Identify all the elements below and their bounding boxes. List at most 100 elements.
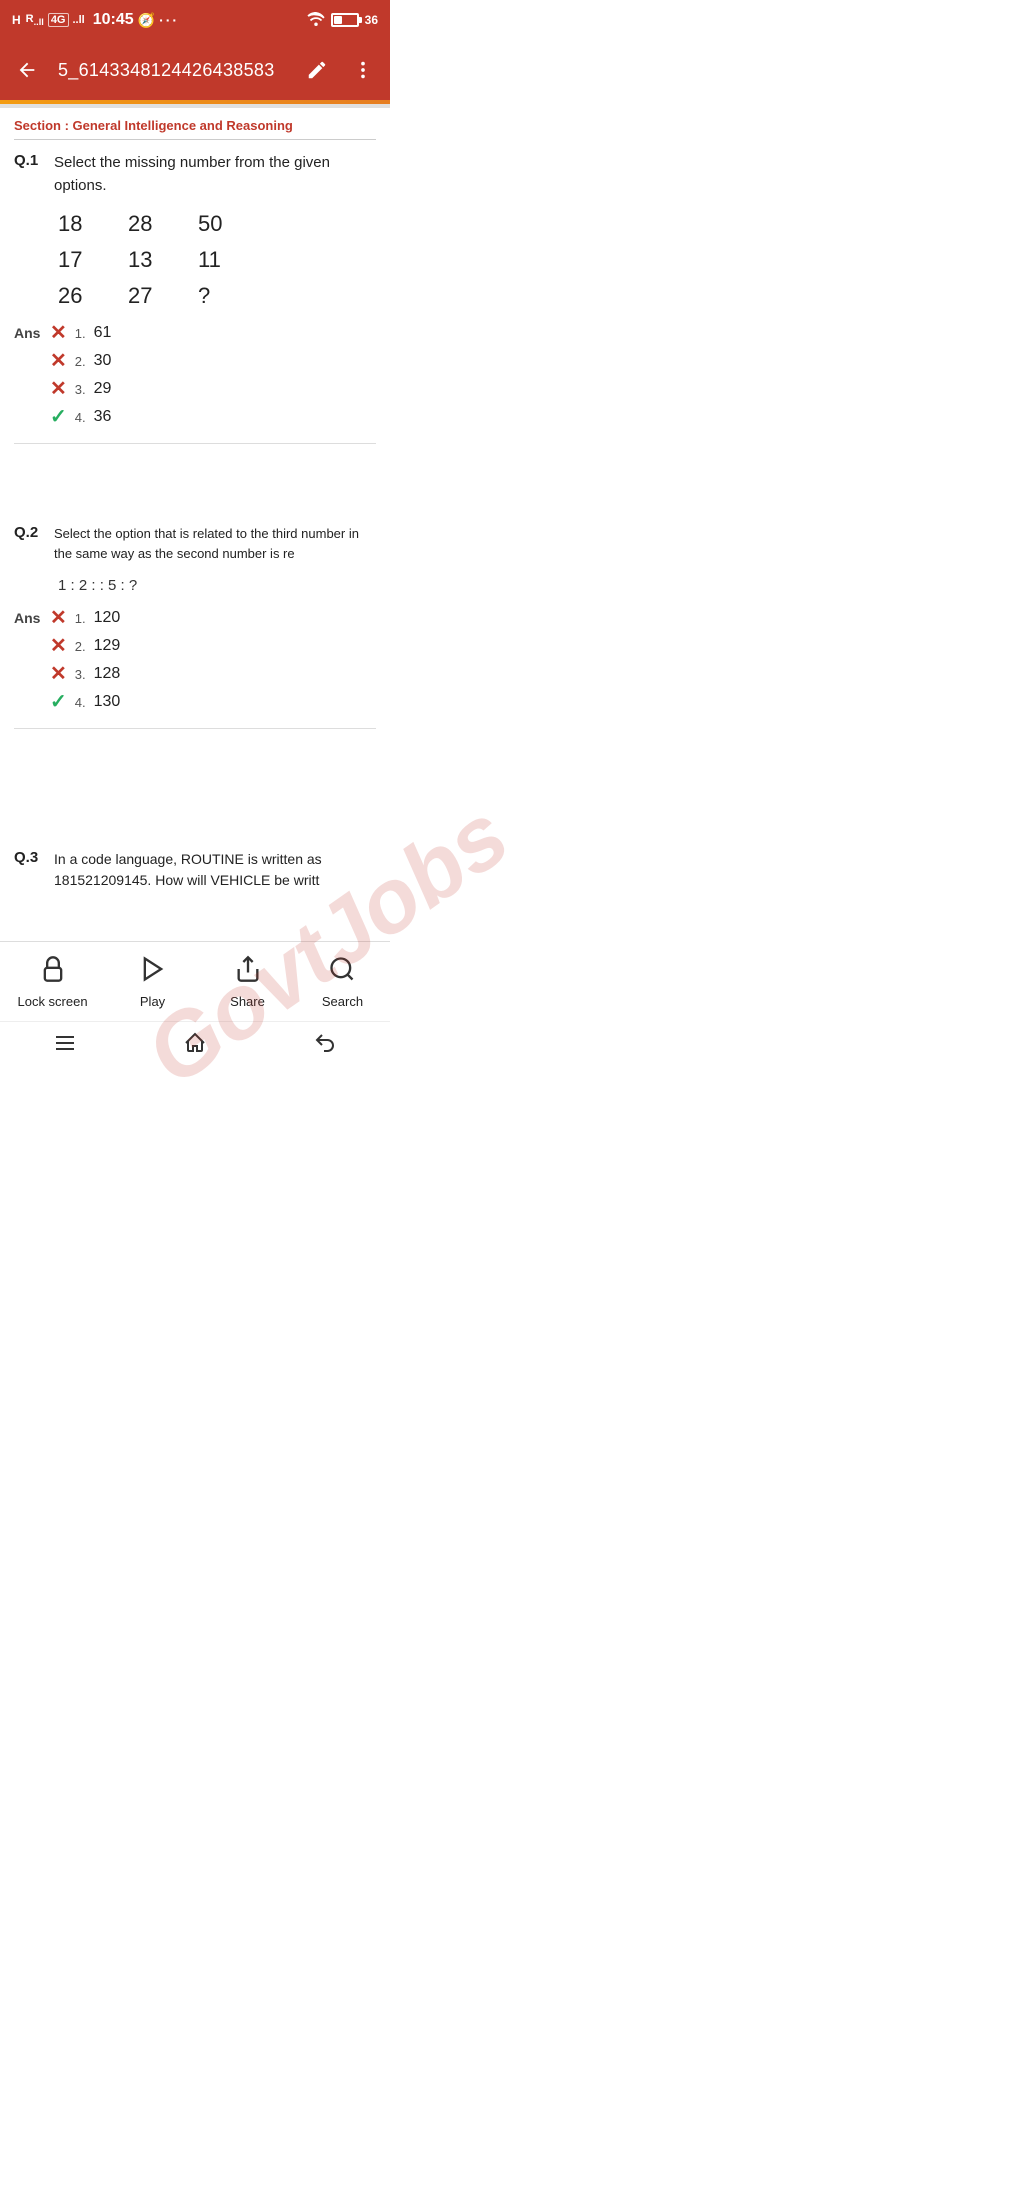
grid-r3c2: 27 bbox=[128, 283, 188, 309]
status-bar: H R..ll 4G ..ll 10:45 🧭 ··· 36 bbox=[0, 0, 390, 40]
q2-opt3-val: 128 bbox=[94, 665, 121, 683]
grid-r2c1: 17 bbox=[58, 247, 118, 273]
q1-opt3-val: 29 bbox=[94, 380, 112, 398]
q2-opt1-val: 120 bbox=[94, 609, 121, 627]
edit-button[interactable] bbox=[302, 55, 332, 85]
question-1-block: Q.1 Select the missing number from the g… bbox=[14, 152, 376, 444]
status-carrier: H R..ll 4G ..ll 10:45 🧭 ··· bbox=[12, 11, 179, 29]
status-right-icons: 36 bbox=[307, 12, 378, 29]
cross-icon-1: ✕ bbox=[50, 323, 67, 343]
grid-r1c2: 28 bbox=[128, 211, 188, 237]
play-label: Play bbox=[140, 994, 165, 1009]
q3-text: In a code language, ROUTINE is written a… bbox=[54, 849, 376, 891]
play-icon bbox=[139, 955, 167, 990]
battery-fill bbox=[334, 16, 343, 24]
question-3-block: Q.3 In a code language, ROUTINE is writt… bbox=[14, 849, 376, 921]
more-options-button[interactable] bbox=[348, 55, 378, 85]
watermark-spacer-2 bbox=[14, 749, 376, 849]
q2-opt2-val: 129 bbox=[94, 637, 121, 655]
grid-r1c1: 18 bbox=[58, 211, 118, 237]
cross-icon-3: ✕ bbox=[50, 379, 67, 399]
q2-opt2-num: 2. bbox=[75, 639, 86, 654]
cross-icon-q2-1: ✕ bbox=[50, 608, 67, 628]
cross-icon-2: ✕ bbox=[50, 351, 67, 371]
nav-lock-screen[interactable]: Lock screen bbox=[17, 955, 87, 1009]
ans-label-1: Ans bbox=[14, 323, 42, 341]
q1-options: ✕ 1. 61 ✕ 2. 30 ✕ 3. 29 ✓ 4. 36 bbox=[50, 323, 111, 427]
grid-r2c2: 13 bbox=[128, 247, 188, 273]
app-bar: 5_61433481244264385­83 bbox=[0, 40, 390, 100]
nav-play[interactable]: Play bbox=[123, 955, 183, 1009]
back-button[interactable] bbox=[12, 55, 42, 85]
q2-options: ✕ 1. 120 ✕ 2. 129 ✕ 3. 128 ✓ 4. 130 bbox=[50, 608, 120, 712]
share-label: Share bbox=[230, 994, 265, 1009]
search-label: Search bbox=[322, 994, 363, 1009]
battery-percent: 36 bbox=[365, 13, 378, 27]
battery-icon bbox=[331, 13, 359, 27]
q2-text: Select the option that is related to the… bbox=[54, 524, 376, 563]
q1-number: Q.1 bbox=[14, 152, 44, 169]
cross-icon-q2-2: ✕ bbox=[50, 636, 67, 656]
q2-ratio: 1 : 2 : : 5 : ? bbox=[58, 577, 376, 594]
q1-option-1: ✕ 1. 61 bbox=[50, 323, 111, 343]
q2-option-1: ✕ 1. 120 bbox=[50, 608, 120, 628]
q1-opt3-num: 3. bbox=[75, 382, 86, 397]
android-nav-bar bbox=[0, 1021, 390, 1073]
grid-r1c3: 50 bbox=[198, 211, 258, 237]
lock-screen-label: Lock screen bbox=[17, 994, 87, 1009]
share-icon bbox=[234, 955, 262, 990]
q1-grid: 18 28 50 17 13 11 26 27 ? bbox=[58, 211, 376, 309]
signal-4g: ..ll bbox=[73, 14, 85, 26]
q3-number: Q.3 bbox=[14, 849, 44, 866]
android-menu-button[interactable] bbox=[45, 1023, 85, 1069]
network-type: 4G bbox=[48, 13, 69, 27]
q2-option-3: ✕ 3. 128 bbox=[50, 664, 120, 684]
main-content: Section : General Intelligence and Reaso… bbox=[0, 108, 390, 921]
wifi-icon bbox=[307, 12, 325, 29]
q2-opt1-num: 1. bbox=[75, 611, 86, 626]
ans-label-2: Ans bbox=[14, 608, 42, 626]
question-1-header: Q.1 Select the missing number from the g… bbox=[14, 152, 376, 197]
grid-r3c1: 26 bbox=[58, 283, 118, 309]
q2-opt4-val: 130 bbox=[94, 693, 121, 711]
q1-opt2-val: 30 bbox=[94, 352, 112, 370]
q1-opt2-num: 2. bbox=[75, 354, 86, 369]
search-icon bbox=[328, 955, 356, 990]
compass-icon: 🧭 bbox=[138, 12, 155, 29]
question-2-block: Q.2 Select the option that is related to… bbox=[14, 524, 376, 729]
check-icon-1: ✓ bbox=[50, 407, 67, 427]
time-display: 10:45 bbox=[93, 11, 134, 29]
question-2-header: Q.2 Select the option that is related to… bbox=[14, 524, 376, 563]
signal-h: R..ll bbox=[26, 13, 44, 27]
nav-share[interactable]: Share bbox=[218, 955, 278, 1009]
bottom-navigation: Lock screen Play Share Search bbox=[0, 941, 390, 1021]
q1-option-4: ✓ 4. 36 bbox=[50, 407, 111, 427]
q1-opt1-val: 61 bbox=[94, 324, 112, 342]
cross-icon-q2-3: ✕ bbox=[50, 664, 67, 684]
q1-opt1-num: 1. bbox=[75, 326, 86, 341]
dots-menu: ··· bbox=[159, 12, 179, 28]
q2-opt3-num: 3. bbox=[75, 667, 86, 682]
check-icon-q2: ✓ bbox=[50, 692, 67, 712]
lock-screen-icon bbox=[39, 955, 67, 990]
section-label: Section : General Intelligence and Reaso… bbox=[14, 118, 376, 140]
q1-text: Select the missing number from the given… bbox=[54, 152, 376, 197]
watermark-spacer bbox=[14, 464, 376, 524]
android-back-button[interactable] bbox=[305, 1023, 345, 1069]
q2-answers: Ans ✕ 1. 120 ✕ 2. 129 ✕ 3. 128 bbox=[14, 608, 376, 712]
q1-option-3: ✕ 3. 29 bbox=[50, 379, 111, 399]
app-bar-actions bbox=[302, 55, 378, 85]
q2-option-2: ✕ 2. 129 bbox=[50, 636, 120, 656]
q1-option-2: ✕ 2. 30 bbox=[50, 351, 111, 371]
grid-r3c3: ? bbox=[198, 283, 258, 309]
document-title: 5_61433481244264385­83 bbox=[58, 60, 286, 81]
q1-opt4-num: 4. bbox=[75, 410, 86, 425]
android-home-button[interactable] bbox=[175, 1023, 215, 1069]
section-name: General Intelligence and Reasoning bbox=[73, 118, 293, 133]
grid-r2c3: 11 bbox=[198, 247, 258, 273]
q1-answers: Ans ✕ 1. 61 ✕ 2. 30 ✕ 3. 29 ✓ bbox=[14, 323, 376, 427]
nav-search[interactable]: Search bbox=[312, 955, 372, 1009]
q1-opt4-val: 36 bbox=[94, 408, 112, 426]
question-3-header: Q.3 In a code language, ROUTINE is writt… bbox=[14, 849, 376, 891]
carrier-text: H bbox=[12, 13, 22, 27]
